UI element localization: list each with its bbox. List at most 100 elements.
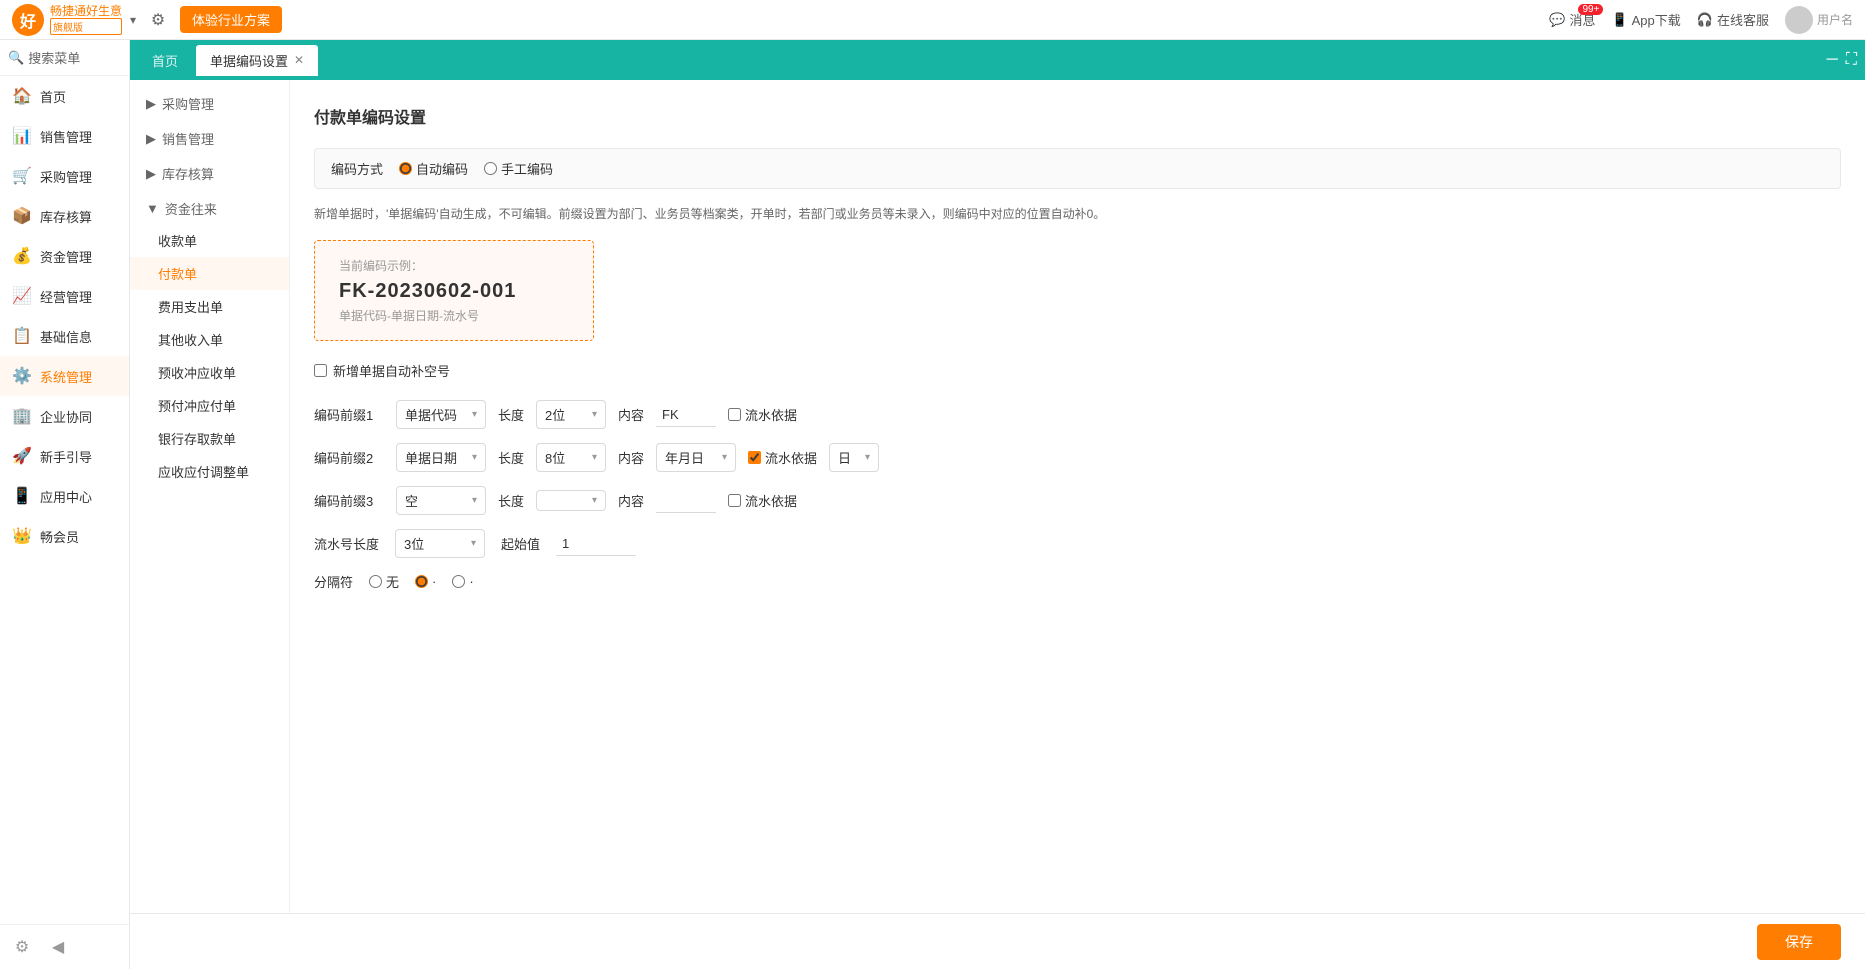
stream-1-input[interactable] bbox=[728, 408, 741, 421]
sub-nav-item-pre-payment[interactable]: 预付冲应付单 bbox=[130, 389, 289, 422]
sidebar-item-enterprise[interactable]: 🏢 企业协同 bbox=[0, 396, 129, 436]
sub-nav-header-inventory[interactable]: ▶ 库存核算 bbox=[130, 158, 289, 189]
sub-nav: ▶ 采购管理 ▶ 销售管理 ▶ 库存核算 bbox=[130, 80, 290, 913]
save-button[interactable]: 保存 bbox=[1757, 924, 1841, 960]
chevron-down-fund-icon: ▼ bbox=[146, 201, 159, 216]
sidebar-item-inventory[interactable]: 📦 库存核算 bbox=[0, 196, 129, 236]
content-1-input[interactable] bbox=[656, 403, 716, 427]
nav-dropdown[interactable]: ▾ bbox=[130, 13, 136, 27]
length-3-chevron-icon: ▾ bbox=[592, 495, 597, 506]
prefix-3-chevron-icon: ▾ bbox=[472, 495, 477, 506]
logo: 好 畅捷通好生意 旗舰版 bbox=[12, 4, 122, 36]
prefix-1-label: 编码前缀1 bbox=[314, 405, 384, 424]
serial-length-select[interactable]: 3位 ▾ bbox=[395, 529, 485, 558]
app-download[interactable]: 📱 App下载 bbox=[1611, 10, 1680, 29]
search-menu[interactable]: 🔍 搜索菜单 bbox=[0, 40, 129, 76]
prefix-3-label: 编码前缀3 bbox=[314, 491, 384, 510]
sep-dot2-radio[interactable]: · bbox=[452, 574, 473, 589]
content-3-input[interactable] bbox=[656, 489, 716, 513]
tab-maximize-icon[interactable]: ⛶ bbox=[1846, 51, 1857, 69]
stream-1-checkbox[interactable]: 流水依据 bbox=[728, 405, 797, 424]
sub-nav-header-purchase[interactable]: ▶ 采购管理 bbox=[130, 88, 289, 119]
sub-nav-fund-label: 资金往来 bbox=[165, 199, 217, 218]
prefix-2-select[interactable]: 单据日期 ▾ bbox=[396, 443, 486, 472]
user-area[interactable]: 用户名 bbox=[1785, 6, 1853, 34]
logo-text: 畅捷通好生意 bbox=[50, 4, 122, 18]
stream-3-input[interactable] bbox=[728, 494, 741, 507]
length-3-select[interactable]: ▾ bbox=[536, 490, 606, 511]
sub-nav-item-pre-receipt[interactable]: 预收冲应收单 bbox=[130, 356, 289, 389]
tab-minimize-icon[interactable]: ─ bbox=[1826, 51, 1837, 69]
sep-dot-input[interactable] bbox=[415, 575, 428, 588]
sidebar-item-operation[interactable]: 📈 经营管理 bbox=[0, 276, 129, 316]
tab-close-icon[interactable]: ✕ bbox=[294, 53, 304, 67]
sidebar-settings-btn[interactable]: ⚙ bbox=[8, 933, 36, 961]
message-area[interactable]: 💬 消息 99+ bbox=[1549, 10, 1595, 29]
sep-none-input[interactable] bbox=[369, 575, 382, 588]
start-value-input[interactable] bbox=[556, 532, 636, 556]
sub-nav-item-expense[interactable]: 费用支出单 bbox=[130, 290, 289, 323]
sidebar-item-basics[interactable]: 📋 基础信息 bbox=[0, 316, 129, 356]
sub-nav-item-payment[interactable]: 付款单 bbox=[130, 257, 289, 290]
prefix-1-select[interactable]: 单据代码 ▾ bbox=[396, 400, 486, 429]
tab-bar-actions: ─ ⛶ bbox=[1826, 51, 1857, 69]
auto-fill-checkbox[interactable] bbox=[314, 364, 327, 377]
basics-icon: 📋 bbox=[12, 326, 32, 346]
sep-dot-radio[interactable]: · bbox=[415, 574, 436, 589]
tab-encoding-settings[interactable]: 单据编码设置 ✕ bbox=[196, 45, 318, 76]
sub-nav-sales-label: 销售管理 bbox=[162, 129, 214, 148]
sidebar-item-purchase[interactable]: 🛒 采购管理 bbox=[0, 156, 129, 196]
sub-nav-item-bank[interactable]: 银行存取款单 bbox=[130, 422, 289, 455]
manual-code-radio[interactable]: 手工编码 bbox=[484, 159, 553, 178]
home-icon: 🏠 bbox=[12, 86, 32, 106]
sep-none-radio[interactable]: 无 bbox=[369, 572, 399, 591]
sidebar-item-label-apps: 应用中心 bbox=[40, 487, 92, 506]
sidebar-item-sales[interactable]: 📊 销售管理 bbox=[0, 116, 129, 156]
search-label: 搜索菜单 bbox=[28, 48, 80, 67]
serial-length-chevron-icon: ▾ bbox=[471, 538, 476, 549]
page-title: 付款单编码设置 bbox=[314, 104, 1841, 128]
sep-dot2-input[interactable] bbox=[452, 575, 465, 588]
content-2-select[interactable]: 年月日 ▾ bbox=[656, 443, 736, 472]
length-1-select[interactable]: 2位 ▾ bbox=[536, 400, 606, 429]
tab-home[interactable]: 首页 bbox=[138, 45, 192, 76]
sub-nav-item-receipt[interactable]: 收款单 bbox=[130, 224, 289, 257]
serial-row: 流水号长度 3位 ▾ 起始值 bbox=[314, 529, 1841, 558]
stream-2-unit-select[interactable]: 日 ▾ bbox=[829, 443, 879, 472]
stream-3-checkbox[interactable]: 流水依据 bbox=[728, 491, 797, 510]
manual-code-input[interactable] bbox=[484, 162, 497, 175]
sidebar-item-label-operation: 经营管理 bbox=[40, 287, 92, 306]
auto-code-radio[interactable]: 自动编码 bbox=[399, 159, 468, 178]
sidebar-item-guide[interactable]: 🚀 新手引导 bbox=[0, 436, 129, 476]
auto-code-input[interactable] bbox=[399, 162, 412, 175]
sidebar-collapse-btn[interactable]: ◀ bbox=[44, 933, 72, 961]
top-bar-right: 💬 消息 99+ 📱 App下载 🎧 在线客服 用户名 bbox=[1549, 6, 1853, 34]
sidebar-item-home[interactable]: 🏠 首页 bbox=[0, 76, 129, 116]
stream-2-unit-chevron-icon: ▾ bbox=[865, 452, 870, 463]
sub-nav-item-other-income[interactable]: 其他收入单 bbox=[130, 323, 289, 356]
sub-nav-section-sales: ▶ 销售管理 bbox=[130, 123, 289, 154]
sidebar-item-system[interactable]: ⚙️ 系统管理 bbox=[0, 356, 129, 396]
stream-2-checkbox[interactable]: 流水依据 bbox=[748, 448, 817, 467]
length-1-value: 2位 bbox=[545, 405, 565, 424]
system-icon: ⚙️ bbox=[12, 366, 32, 386]
logo-text-area: 畅捷通好生意 旗舰版 bbox=[50, 4, 122, 35]
sub-nav-header-fund[interactable]: ▼ 资金往来 bbox=[130, 193, 289, 224]
length-2-select[interactable]: 8位 ▾ bbox=[536, 443, 606, 472]
stream-2-input[interactable] bbox=[748, 451, 761, 464]
solution-button[interactable]: 体验行业方案 bbox=[180, 6, 282, 33]
apps-icon: 📱 bbox=[12, 486, 32, 506]
finance-icon: 💰 bbox=[12, 246, 32, 266]
sub-nav-item-adjustment[interactable]: 应收应付调整单 bbox=[130, 455, 289, 488]
online-service[interactable]: 🎧 在线客服 bbox=[1697, 10, 1769, 29]
content-3-label: 内容 bbox=[618, 491, 644, 510]
service-label: 在线客服 bbox=[1717, 10, 1769, 29]
sub-nav-header-sales[interactable]: ▶ 销售管理 bbox=[130, 123, 289, 154]
sidebar-item-apps[interactable]: 📱 应用中心 bbox=[0, 476, 129, 516]
sidebar-item-label-home: 首页 bbox=[40, 87, 66, 106]
sidebar-item-finance[interactable]: 💰 资金管理 bbox=[0, 236, 129, 276]
top-bar: 好 畅捷通好生意 旗舰版 ▾ ⚙ 体验行业方案 💬 消息 99+ 📱 App下载… bbox=[0, 0, 1865, 40]
sidebar-item-member[interactable]: 👑 畅会员 bbox=[0, 516, 129, 556]
settings-icon[interactable]: ⚙ bbox=[144, 6, 172, 34]
prefix-3-select[interactable]: 空 ▾ bbox=[396, 486, 486, 515]
